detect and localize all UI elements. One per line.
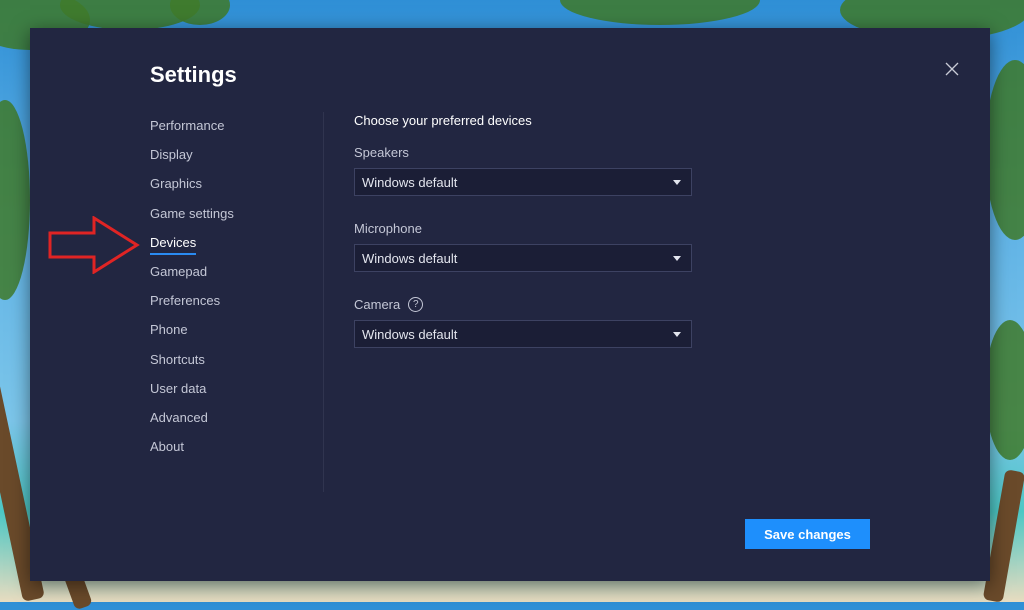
camera-label-text: Camera [354, 296, 401, 312]
camera-dropdown[interactable]: Windows default [354, 320, 692, 348]
camera-label: Camera ? [354, 296, 694, 312]
sidebar-item-label: About [150, 439, 184, 455]
speakers-label: Speakers [354, 144, 694, 160]
section-heading: Choose your preferred devices [354, 113, 532, 128]
sidebar-item-label: Preferences [150, 293, 221, 309]
microphone-label-text: Microphone [354, 220, 422, 236]
sidebar-item-display[interactable]: Display [150, 147, 320, 176]
caret-down-icon [673, 332, 681, 337]
save-changes-button[interactable]: Save changes [745, 519, 870, 549]
caret-down-icon [673, 180, 681, 185]
close-icon-glyph [945, 62, 959, 76]
sidebar-item-label: Advanced [150, 409, 208, 425]
sidebar-item-preferences[interactable]: Preferences [150, 293, 320, 322]
sidebar-item-label: Graphics [150, 176, 203, 192]
microphone-dropdown[interactable]: Windows default [354, 244, 692, 272]
microphone-label: Microphone [354, 220, 694, 236]
sidebar-item-gamepad[interactable]: Gamepad [150, 264, 320, 293]
sidebar-item-label: Performance [150, 118, 225, 133]
annotation-arrow-icon [48, 216, 140, 274]
sidebar-item-about[interactable]: About [150, 439, 320, 468]
settings-dialog: Settings Performance Display Graphics Ga… [30, 28, 990, 581]
sidebar-item-label: User data [150, 380, 207, 396]
page-title: Settings [150, 62, 237, 87]
sidebar-item-phone[interactable]: Phone [150, 322, 320, 351]
sidebar-item-label: Devices [150, 235, 197, 255]
microphone-selected-value: Windows default [362, 251, 458, 266]
sidebar-item-graphics[interactable]: Graphics [150, 176, 320, 205]
speakers-label-text: Speakers [354, 144, 409, 160]
settings-sidebar: Performance Display Graphics Game settin… [150, 118, 320, 468]
sidebar-item-game-settings[interactable]: Game settings [150, 206, 320, 235]
sidebar-item-label: Game settings [150, 205, 234, 221]
sidebar-item-label: Shortcuts [150, 351, 205, 367]
close-icon[interactable] [944, 62, 960, 78]
speakers-selected-value: Windows default [362, 175, 458, 190]
sidebar-item-label: Gamepad [150, 263, 208, 279]
camera-selected-value: Windows default [362, 327, 458, 342]
speakers-dropdown[interactable]: Windows default [354, 168, 692, 196]
sidebar-item-advanced[interactable]: Advanced [150, 410, 320, 439]
sidebar-item-label: Phone [150, 322, 188, 338]
sidebar-item-devices[interactable]: Devices [150, 235, 320, 264]
sidebar-item-user-data[interactable]: User data [150, 381, 320, 410]
sidebar-item-shortcuts[interactable]: Shortcuts [150, 352, 320, 381]
sidebar-divider [323, 112, 324, 492]
sidebar-item-label: Display [150, 147, 193, 163]
caret-down-icon [673, 256, 681, 261]
devices-panel: Choose your preferred devices Speakers W… [354, 113, 694, 372]
question-circle-icon[interactable]: ? [408, 296, 424, 312]
sidebar-item-performance[interactable]: Performance [150, 118, 320, 147]
